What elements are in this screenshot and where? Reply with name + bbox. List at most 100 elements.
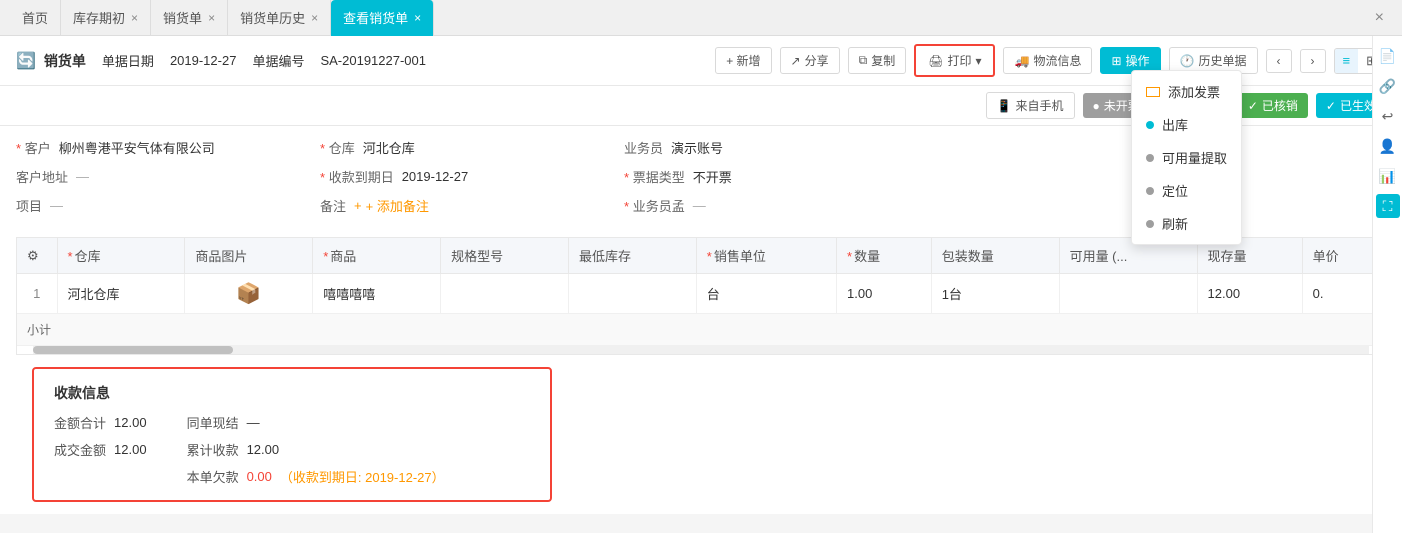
horizontal-scrollbar[interactable] [33,346,1369,354]
tab-view-sales[interactable]: 查看销货单 × [331,0,434,36]
right-icon-expand[interactable]: ⛶ [1376,194,1400,218]
share-button[interactable]: ↗ 分享 [780,47,840,74]
salesman-label: * 业务员孟 [624,196,685,215]
phone-icon: 📱 [997,99,1012,113]
tab-sales-history[interactable]: 销货单历史 × [228,0,331,36]
add-note-label: + 添加备注 [366,196,429,215]
voided-button[interactable]: ✓ 已核销 [1238,93,1308,118]
doc-meta: 单据日期 2019-12-27 单据编号 SA-20191227-001 [102,51,426,70]
tab-sales[interactable]: 销货单 × [151,0,228,36]
available-qty-dot [1146,154,1154,162]
subtotal-label: 小计 [17,314,1385,346]
new-button[interactable]: + 新增 [715,47,771,74]
salesman-value: — [693,198,706,213]
tab-bar-close-button[interactable]: × [1367,9,1392,27]
doc-number-value: SA-20191227-001 [320,53,426,68]
payment-date-field: * 收款到期日 2019-12-27 [320,167,600,186]
tab-view-sales-label: 查看销货单 [343,8,408,27]
dropdown-outbound[interactable]: 出库 [1132,108,1241,141]
share-label: 分享 [805,52,829,69]
salesman-field: * 业务员孟 — [624,196,904,215]
right-panel: 📄 🔗 ↩ 👤 📊 ⛶ [1372,36,1402,533]
scrollbar-thumb[interactable] [33,346,233,354]
cell-spec [441,274,569,314]
logistics-icon: 🚚 [1014,54,1029,68]
customer-field: * 客户 柳州粤港平安气体有限公司 [16,138,296,157]
cell-product: 嘻嘻嘻嘻 [313,274,441,314]
right-icon-user[interactable]: 👤 [1376,134,1400,158]
address-label: 客户地址 [16,167,68,186]
address-field: 客户地址 — [16,167,296,186]
summary-title: 收款信息 [54,383,530,403]
cell-available [1059,274,1197,314]
col-product: *商品 [313,238,441,274]
from-phone-button[interactable]: 📱 来自手机 [986,92,1075,119]
refresh-dot [1146,220,1154,228]
dropdown-add-invoice[interactable]: 添加发票 [1132,75,1241,108]
location-label: 定位 [1162,181,1188,200]
history-icon: 🕐 [1180,54,1195,68]
doc-title-group: 🔄 销货单 [16,51,86,71]
due-amount-note: （收款到期日: 2019-12-27） [280,467,445,486]
col-min-stock: 最低库存 [568,238,696,274]
copy-button[interactable]: ⧉ 复制 [848,47,907,74]
logistics-button[interactable]: 🚚 物流信息 [1003,47,1092,74]
due-amount-label: 本单欠款 [187,467,239,486]
cumulative-item: 累计收款 12.00 [187,440,445,459]
logistics-label: 物流信息 [1033,52,1081,69]
view-list-button[interactable]: ≡ [1335,49,1359,73]
tab-inventory-close[interactable]: × [131,11,138,25]
add-invoice-icon [1146,87,1160,97]
warehouse-value: 河北仓库 [363,138,415,157]
tab-home-label: 首页 [22,8,48,27]
col-warehouse: *仓库 [57,238,185,274]
available-qty-label: 可用量提取 [1162,148,1227,167]
project-value: — [50,198,63,213]
deal-amount-label: 成交金额 [54,440,106,459]
add-note-button[interactable]: + + 添加备注 [354,196,429,215]
print-label: 打印 [947,52,971,69]
summary-col-left: 金额合计 12.00 成交金额 12.00 [54,413,147,486]
cell-current-stock: 12.00 [1197,274,1302,314]
ticket-field: * 票据类型 不开票 [624,167,904,186]
tab-sales-close[interactable]: × [208,11,215,25]
cell-row-num: 1 [17,274,57,314]
cell-pack-qty: 1台 [931,274,1059,314]
from-phone-label: 来自手机 [1015,97,1063,114]
same-order-item: 同单现结 — [187,413,445,432]
voided-label: 已核销 [1262,97,1298,114]
tab-inventory[interactable]: 库存期初 × [61,0,151,36]
tab-view-sales-close[interactable]: × [414,11,421,25]
doc-date-value: 2019-12-27 [170,53,237,68]
tab-sales-history-close[interactable]: × [311,11,318,25]
table-scroll[interactable]: ⚙ *仓库 商品图片 *商品 规格型号 最低库存 *销售单位 *数量 包装数量 … [17,238,1385,346]
right-icon-chart[interactable]: 📊 [1376,164,1400,188]
effective-icon: ✓ [1326,99,1336,113]
outbound-label: 出库 [1162,115,1188,134]
due-amount-value: 0.00 [247,469,272,484]
warehouse-field: * 仓库 河北仓库 [320,138,600,157]
tab-inventory-label: 库存期初 [73,8,125,27]
same-order-value: — [247,415,260,430]
prev-button[interactable]: ‹ [1266,49,1292,73]
voided-icon: ✓ [1248,99,1258,113]
tab-home[interactable]: 首页 [10,0,61,36]
total-amount-label: 金额合计 [54,413,106,432]
right-icon-doc[interactable]: 📄 [1376,44,1400,68]
cell-warehouse: 河北仓库 [57,274,185,314]
effective-label: 已生效 [1340,97,1376,114]
table-row: 1 河北仓库 📦 嘻嘻嘻嘻 台 1.00 1台 12.00 0. [17,274,1385,314]
right-icon-link[interactable]: 🔗 [1376,74,1400,98]
dropdown-available-qty[interactable]: 可用量提取 [1132,141,1241,174]
next-button[interactable]: › [1300,49,1326,73]
print-button[interactable]: 🖨 打印 ▾ [918,48,991,73]
col-settings: ⚙ [17,238,57,274]
dropdown-location[interactable]: 定位 [1132,174,1241,207]
warehouse-required-mark: * [320,141,325,156]
refresh-label: 刷新 [1162,214,1188,233]
col-unit: *销售单位 [696,238,836,274]
staff-value: 演示账号 [671,138,723,157]
dropdown-refresh[interactable]: 刷新 [1132,207,1241,240]
right-icon-return[interactable]: ↩ [1376,104,1400,128]
staff-field: 业务员 演示账号 [624,138,904,157]
